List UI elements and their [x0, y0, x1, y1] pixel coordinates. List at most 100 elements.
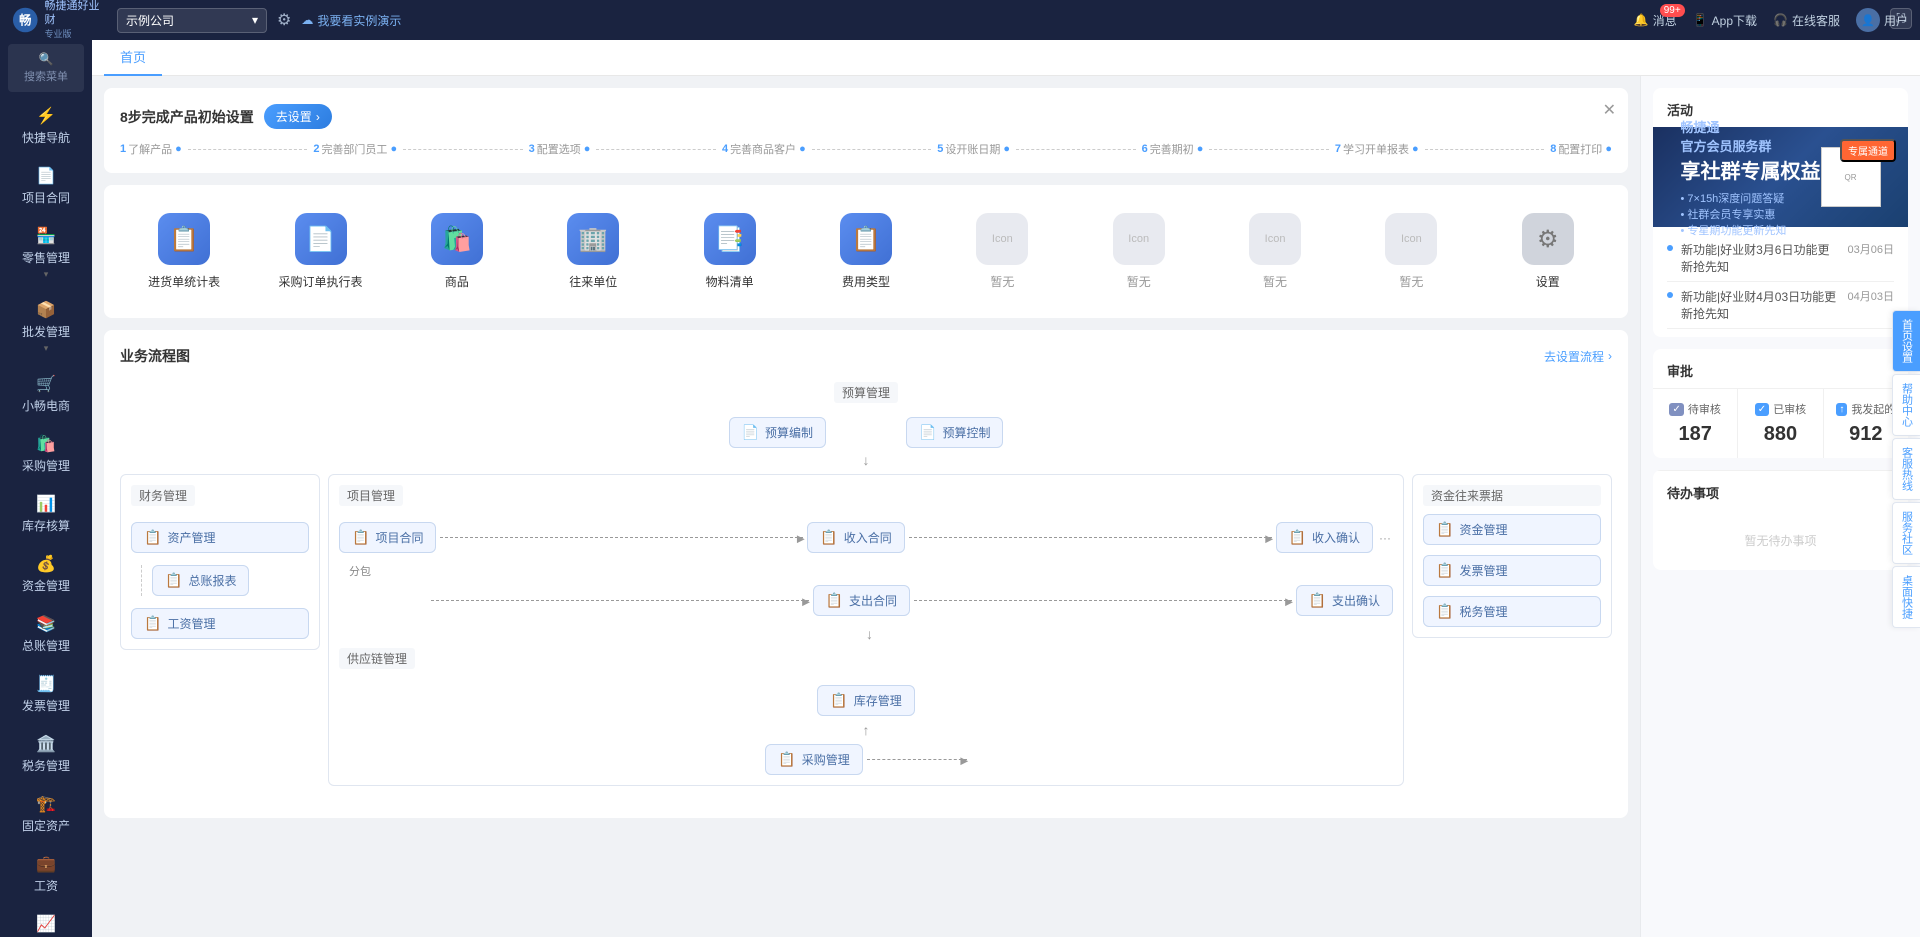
rqn-community[interactable]: 服务社区 [1892, 502, 1920, 564]
flow-node-tax-mgmt[interactable]: 📋 税务管理 [1423, 596, 1601, 627]
expand-button[interactable]: ⛶ [1890, 8, 1912, 29]
icon-card-empty-4[interactable]: Icon 暂无 [1347, 201, 1475, 302]
setup-banner: 8步完成产品初始设置 去设置 › 1了解产品 ● 2完善部门 [104, 88, 1628, 173]
project-group: 项目管理 📋 项目合同 ► [328, 474, 1404, 786]
setup-title: 8步完成产品初始设置 去设置 › [120, 104, 1612, 129]
flow-node-purchase[interactable]: 📋 采购管理 [765, 744, 862, 775]
icon-card-bom[interactable]: 📑 物料清单 [665, 201, 793, 302]
budget-make-icon: 📄 [742, 424, 759, 441]
sidebar-item-wholesale[interactable]: 📦 批发管理 ▾ [0, 290, 92, 364]
flow-node-budget-make[interactable]: 📄 预算编制 [729, 417, 826, 448]
flow-node-expense-contract[interactable]: 📋 支出合同 [813, 585, 910, 616]
sidebar-item-purchase[interactable]: 🛍️ 采购管理 [0, 424, 92, 484]
empty-3-icon: Icon [1249, 213, 1301, 265]
sidebar-item-quick-nav[interactable]: ⚡ 快捷导航 [0, 96, 92, 156]
pending-icon: ✓ [1669, 403, 1683, 416]
icon-card-stock-report[interactable]: 📋 进货单统计表 [120, 201, 248, 302]
icon-card-empty-3[interactable]: Icon 暂无 [1211, 201, 1339, 302]
rqn-home-settings[interactable]: 首页设置 [1892, 310, 1920, 372]
sidebar-item-operations[interactable]: 📈 经营管理 [0, 904, 92, 937]
icon-card-partner[interactable]: 🏢 往来单位 [529, 201, 657, 302]
sidebar-item-project-contract[interactable]: 📄 项目合同 [0, 156, 92, 216]
approval-done[interactable]: ✓ 已审核 880 [1738, 389, 1823, 458]
flow-node-salary[interactable]: 📋 工资管理 [131, 608, 309, 639]
icon-card-empty-2[interactable]: Icon 暂无 [1075, 201, 1203, 302]
header-settings-icon[interactable]: ⚙ [277, 10, 291, 30]
invoice-icon: 🧾 [36, 674, 56, 694]
rqn-hotline[interactable]: 客服热线 [1892, 438, 1920, 500]
done-count: 880 [1746, 423, 1814, 446]
flow-node-budget-control[interactable]: 📄 预算控制 [906, 417, 1003, 448]
lightning-icon: ⚡ [36, 106, 56, 126]
sidebar-item-ecommerce[interactable]: 🛒 小畅电商 [0, 364, 92, 424]
company-selector[interactable]: 示例公司 ▾ [117, 8, 267, 33]
sidebar-item-inventory[interactable]: 📊 库存核算 [0, 484, 92, 544]
settings-icon: ⚙ [1522, 213, 1574, 265]
icon-card-empty-1[interactable]: Icon 暂无 [938, 201, 1066, 302]
sidebar-item-ledger[interactable]: 📚 总账管理 [0, 604, 92, 664]
sidebar-item-fixed-assets[interactable]: 🏗️ 固定资产 [0, 784, 92, 844]
arrow-right-icon: › [316, 110, 320, 124]
setup-close-button[interactable]: ✕ [1603, 100, 1616, 120]
flow-node-ledger[interactable]: 📋 总账报表 [152, 565, 249, 596]
flow-node-asset[interactable]: 📋 资产管理 [131, 522, 309, 553]
rqn-help-center[interactable]: 帮助中心 [1892, 374, 1920, 436]
purchase-flow-icon: 📋 [778, 751, 795, 768]
icon-card-goods[interactable]: 🛍️ 商品 [393, 201, 521, 302]
flow-node-invoice-mgmt[interactable]: 📋 发票管理 [1423, 555, 1601, 586]
go-settings-button[interactable]: 去设置 › [264, 104, 332, 129]
step-4[interactable]: 4完善商品客户 ● [722, 141, 806, 157]
flow-node-project-contract[interactable]: 📋 项目合同 [339, 522, 436, 553]
message-btn[interactable]: 🔔 消息 99+ [1634, 12, 1677, 29]
activity-join-btn[interactable]: 专属通道 [1840, 139, 1896, 162]
logo-subtitle: 专业版 [45, 27, 107, 40]
rqn-desktop[interactable]: 桌面快捷 [1892, 566, 1920, 628]
online-service-btn[interactable]: 🎧 在线客服 [1773, 12, 1840, 29]
step-8[interactable]: 8配置打印 ● [1550, 141, 1612, 157]
flow-node-inventory[interactable]: 📋 库存管理 [817, 685, 914, 716]
sidebar-item-invoice[interactable]: 🧾 发票管理 [0, 664, 92, 724]
sidebar-item-retail[interactable]: 🏪 零售管理 ▾ [0, 216, 92, 290]
step-6[interactable]: 6完善期初 ● [1142, 141, 1204, 157]
salary-flow-icon: 📋 [144, 615, 161, 632]
icon-card-settings[interactable]: ⚙ 设置 [1484, 201, 1612, 302]
logo-area: 畅 畅捷通好业财 专业版 [12, 0, 107, 39]
tab-home[interactable]: 首页 [104, 40, 162, 76]
icon-card-cost-type[interactable]: 📋 费用类型 [802, 201, 930, 302]
sidebar-item-salary[interactable]: 💼 工资 [0, 844, 92, 904]
purchase-icon: 🛍️ [36, 434, 56, 454]
flow-node-income-confirm[interactable]: 📋 收入确认 [1276, 522, 1373, 553]
budget-group-label: 预算管理 [834, 382, 898, 403]
ops-icon: 📈 [36, 914, 56, 934]
proj-contract-icon: 📋 [352, 529, 369, 546]
approval-pending[interactable]: ✓ 待审核 187 [1653, 389, 1738, 458]
app-download-btn[interactable]: 📱 App下载 [1693, 12, 1757, 29]
flow-node-fund-mgmt[interactable]: 📋 资金管理 [1423, 514, 1601, 545]
flow-node-expense-confirm[interactable]: 📋 支出确认 [1296, 585, 1393, 616]
stock-report-icon: 📋 [158, 213, 210, 265]
icon-card-po-exec[interactable]: 📄 采购订单执行表 [256, 201, 384, 302]
flow-node-income-contract[interactable]: 📋 收入合同 [807, 522, 904, 553]
ledger-flow-icon: 📋 [165, 572, 182, 589]
step-5[interactable]: 5设开账日期 ● [937, 141, 1010, 157]
activity-item-1[interactable]: 新功能|好业财3月6日功能更新抢先知 03月06日 [1667, 235, 1894, 282]
supply-label: 供应链管理 [339, 648, 415, 669]
finance-group: 财务管理 📋 资产管理 📋 总账报表 [120, 474, 320, 650]
step-2[interactable]: 2完善部门员工 ● [313, 141, 397, 157]
sidebar-item-fund[interactable]: 💰 资金管理 [0, 544, 92, 604]
approval-cards: ✓ 待审核 187 ✓ 已审核 880 [1653, 388, 1908, 458]
section-header: 业务流程图 去设置流程 › [120, 346, 1612, 366]
tax-icon: 🏛️ [36, 734, 56, 754]
po-exec-icon: 📄 [295, 213, 347, 265]
activity-item-2[interactable]: 新功能|好业财4月03日功能更新抢先知 04月03日 [1667, 282, 1894, 329]
step-1[interactable]: 1了解产品 ● [120, 141, 182, 157]
sidebar: 🔍 搜索菜单 ⚡ 快捷导航 📄 项目合同 🏪 零售管理 ▾ 📦 批发管理 ▾ 🛒… [0, 40, 92, 937]
demo-link[interactable]: ☁ 我要看实例演示 [301, 12, 401, 29]
income-contract-icon: 📋 [820, 529, 837, 546]
sidebar-search[interactable]: 🔍 搜索菜单 [8, 44, 84, 92]
sidebar-item-tax[interactable]: 🏛️ 税务管理 [0, 724, 92, 784]
step-3[interactable]: 3配置选项 ● [529, 141, 591, 157]
chevron2-icon: ▾ [44, 343, 49, 354]
step-7[interactable]: 7学习开单报表 ● [1335, 141, 1419, 157]
flow-settings-link[interactable]: 去设置流程 › [1544, 348, 1612, 365]
